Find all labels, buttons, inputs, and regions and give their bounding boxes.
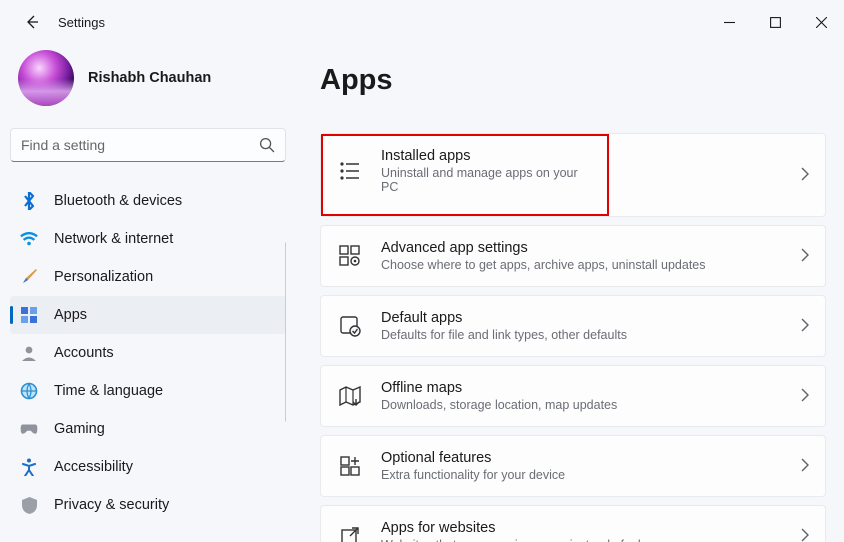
bluetooth-icon — [20, 192, 38, 210]
back-arrow-icon — [24, 14, 40, 30]
scrollbar[interactable] — [285, 242, 286, 422]
titlebar: Settings — [0, 0, 844, 44]
sidebar: Rishabh Chauhan Bluetooth & devices Netw… — [0, 44, 296, 542]
minimize-icon — [724, 17, 735, 28]
window-title: Settings — [58, 15, 105, 30]
chevron-right-icon — [801, 318, 809, 335]
sidebar-item-apps[interactable]: Apps — [10, 296, 286, 334]
sidebar-item-label: Apps — [54, 307, 87, 323]
chevron-right-icon — [801, 458, 809, 475]
wifi-icon — [20, 230, 38, 248]
chevron-right-icon — [801, 167, 809, 184]
globe-clock-icon — [20, 382, 38, 400]
card-subtitle: Uninstall and manage apps on your PC — [381, 166, 593, 194]
search-icon — [259, 137, 275, 153]
sidebar-item-time-language[interactable]: Time & language — [10, 372, 286, 410]
sidebar-item-label: Accounts — [54, 345, 114, 361]
sidebar-item-label: Time & language — [54, 383, 163, 399]
sidebar-item-label: Network & internet — [54, 231, 173, 247]
card-title: Offline maps — [381, 380, 781, 396]
close-icon — [816, 17, 827, 28]
chevron-right-icon — [801, 388, 809, 405]
card-subtitle: Choose where to get apps, archive apps, … — [381, 258, 781, 272]
card-title: Advanced app settings — [381, 240, 781, 256]
search-input[interactable] — [21, 137, 259, 153]
sidebar-item-label: Bluetooth & devices — [54, 193, 182, 209]
maximize-button[interactable] — [752, 6, 798, 38]
search-box[interactable] — [10, 128, 286, 162]
card-offline-maps[interactable]: Offline maps Downloads, storage location… — [320, 365, 826, 427]
card-installed-apps[interactable]: Installed apps Uninstall and manage apps… — [321, 134, 609, 208]
sidebar-item-label: Gaming — [54, 421, 105, 437]
apps-gear-icon — [339, 245, 361, 267]
sidebar-item-accessibility[interactable]: Accessibility — [10, 448, 286, 486]
nav-list: Bluetooth & devices Network & internet P… — [10, 182, 286, 532]
chevron-right-icon — [801, 528, 809, 542]
maximize-icon — [770, 17, 781, 28]
card-apps-for-websites[interactable]: Apps for websites Websites that can open… — [320, 505, 826, 542]
person-icon — [20, 344, 38, 362]
card-subtitle: Downloads, storage location, map updates — [381, 398, 781, 412]
list-icon — [339, 160, 361, 182]
card-title: Optional features — [381, 450, 781, 466]
close-button[interactable] — [798, 6, 844, 38]
card-title: Apps for websites — [381, 520, 781, 536]
map-icon — [339, 385, 361, 407]
back-button[interactable] — [14, 4, 50, 40]
sidebar-item-label: Accessibility — [54, 459, 133, 475]
sidebar-item-network-internet[interactable]: Network & internet — [10, 220, 286, 258]
sidebar-item-accounts[interactable]: Accounts — [10, 334, 286, 372]
card-optional-features[interactable]: Optional features Extra functionality fo… — [320, 435, 826, 497]
main-content: Apps Installed apps Uninstall and manage… — [296, 44, 844, 542]
add-feature-icon — [339, 455, 361, 477]
card-title: Default apps — [381, 310, 781, 326]
profile-section[interactable]: Rishabh Chauhan — [10, 44, 286, 128]
page-title: Apps — [320, 64, 826, 97]
card-title: Installed apps — [381, 148, 593, 164]
shield-icon — [20, 496, 38, 514]
chevron-right-icon — [801, 248, 809, 265]
card-subtitle: Extra functionality for your device — [381, 468, 781, 482]
card-subtitle: Defaults for file and link types, other … — [381, 328, 781, 342]
card-subtitle: Websites that can open in an app instead… — [381, 538, 781, 542]
minimize-button[interactable] — [706, 6, 752, 38]
window-controls — [706, 6, 844, 38]
sidebar-item-label: Privacy & security — [54, 497, 169, 513]
gamepad-icon — [20, 420, 38, 438]
sidebar-item-personalization[interactable]: Personalization — [10, 258, 286, 296]
sidebar-item-gaming[interactable]: Gaming — [10, 410, 286, 448]
open-external-icon — [339, 525, 361, 542]
card-default-apps[interactable]: Default apps Defaults for file and link … — [320, 295, 826, 357]
sidebar-item-bluetooth-devices[interactable]: Bluetooth & devices — [10, 182, 286, 220]
accessibility-icon — [20, 458, 38, 476]
sidebar-item-label: Personalization — [54, 269, 153, 285]
apps-icon — [20, 306, 38, 324]
sidebar-item-privacy-security[interactable]: Privacy & security — [10, 486, 286, 524]
user-name: Rishabh Chauhan — [88, 70, 211, 86]
avatar — [18, 50, 74, 106]
paintbrush-icon — [20, 268, 38, 286]
card-advanced-app-settings[interactable]: Advanced app settings Choose where to ge… — [320, 225, 826, 287]
defaults-icon — [339, 315, 361, 337]
